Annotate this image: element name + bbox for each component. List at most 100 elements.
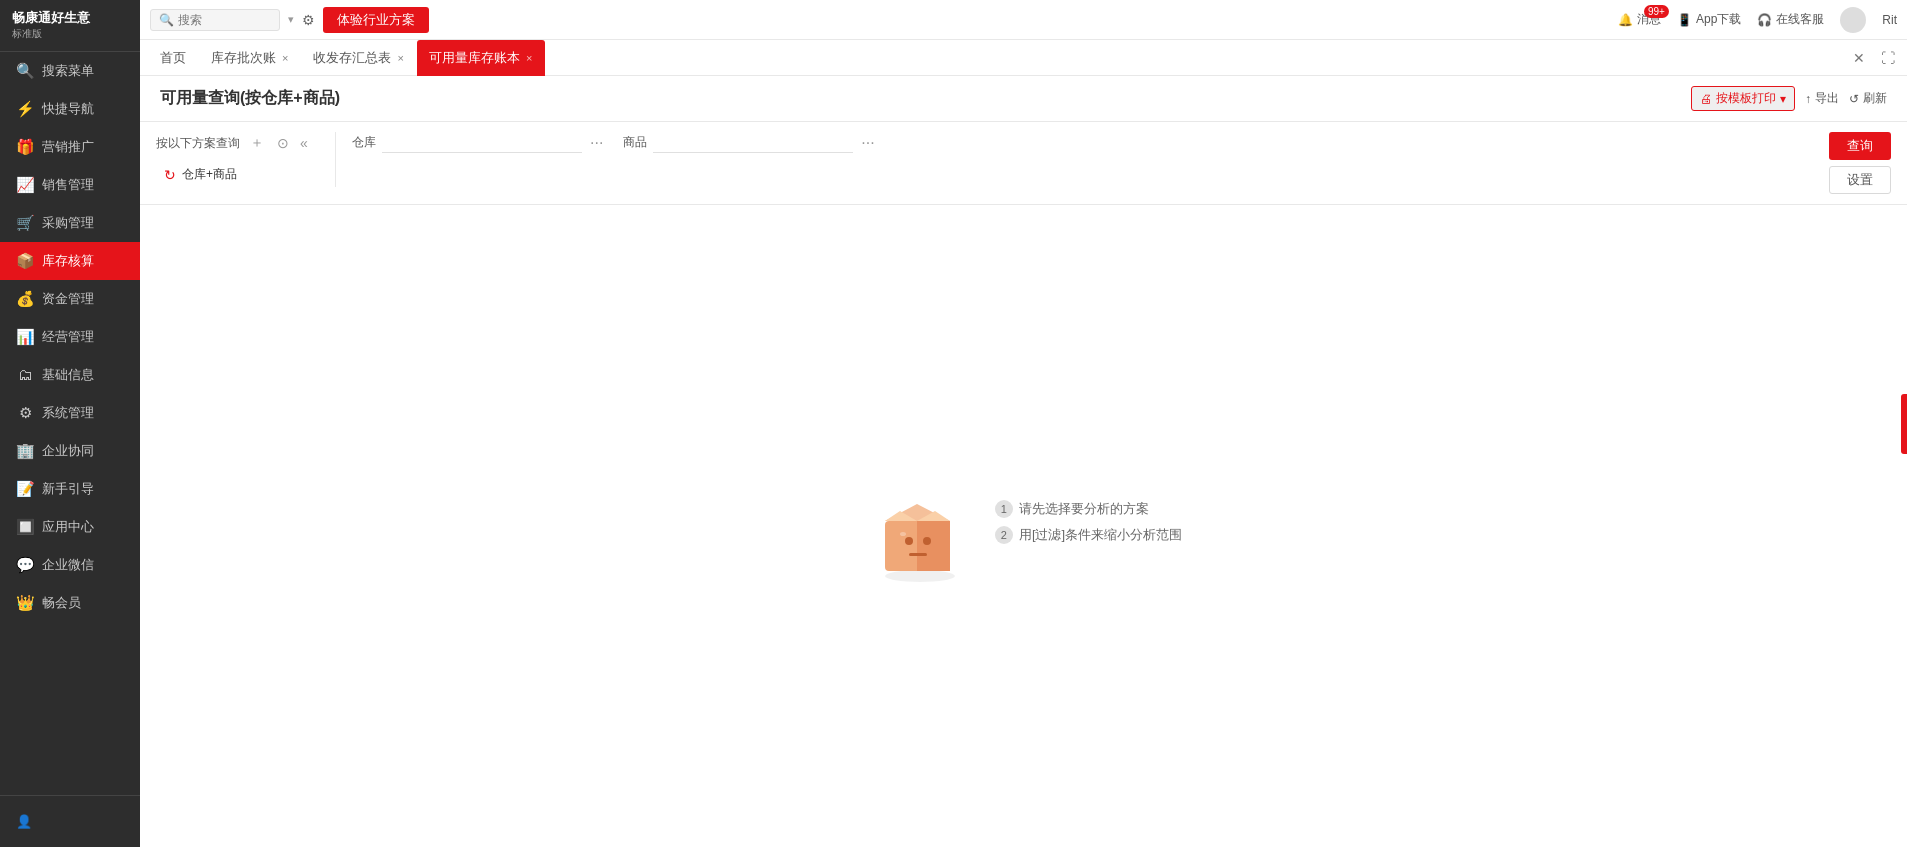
sidebar-item-marketing[interactable]: 🎁 营销推广 [0, 128, 140, 166]
app-download-button[interactable]: 📱 App下载 [1677, 11, 1741, 28]
service-label: 在线客服 [1776, 11, 1824, 28]
query-button[interactable]: 查询 [1829, 132, 1891, 160]
filter-fields: 仓库 ··· 商品 ··· [336, 132, 1829, 153]
tab-available-account[interactable]: 可用量库存账本 × [417, 40, 545, 76]
tab-home[interactable]: 首页 [148, 40, 199, 76]
sidebar-item-enterprise[interactable]: 🏢 企业协同 [0, 432, 140, 470]
sidebar-item-system[interactable]: ⚙ 系统管理 [0, 394, 140, 432]
main-area: 🔍 ▾ ⚙ 体验行业方案 🔔 消息 99+ 📱 App下载 🎧 在线客服 Rit [140, 0, 1907, 847]
avatar[interactable] [1840, 7, 1866, 33]
tabs-bar: 首页 库存批次账 × 收发存汇总表 × 可用量库存账本 × ✕ ⛶ [140, 40, 1907, 76]
window-expand-icon[interactable]: ⛶ [1877, 48, 1899, 68]
notification-button[interactable]: 🔔 消息 99+ [1618, 11, 1661, 28]
online-service-button[interactable]: 🎧 在线客服 [1757, 11, 1824, 28]
topbar-right: 🔔 消息 99+ 📱 App下载 🎧 在线客服 Rit [1618, 7, 1897, 33]
sidebar-item-inventory[interactable]: 📦 库存核算 [0, 242, 140, 280]
sidebar-item-sales[interactable]: 📈 销售管理 [0, 166, 140, 204]
sidebar-item-shortcut[interactable]: ⚡ 快捷导航 [0, 90, 140, 128]
scheme-item-warehouse-goods[interactable]: ↻ 仓库+商品 [156, 162, 325, 187]
sidebar-item-enterprise-wechat[interactable]: 💬 企业微信 [0, 546, 140, 584]
export-icon: ↑ [1805, 92, 1811, 106]
empty-state: 1 请先选择要分析的方案 2 用[过滤]条件来缩小分析范围 [140, 205, 1907, 847]
sidebar-item-purchase[interactable]: 🛒 采购管理 [0, 204, 140, 242]
sidebar-item-search[interactable]: 🔍 搜索菜单 [0, 52, 140, 90]
sidebar-item-newbie[interactable]: 📝 新手引导 [0, 470, 140, 508]
filter-scheme-header: 按以下方案查询 ＋ ⊙ « [156, 132, 325, 154]
sidebar-item-label: 系统管理 [42, 404, 94, 422]
tab-recv-summary[interactable]: 收发存汇总表 × [301, 40, 416, 76]
settings-scheme-button[interactable]: ⊙ [272, 132, 294, 154]
warehouse-label: 仓库 [352, 134, 376, 151]
app-download-label: App下载 [1696, 11, 1741, 28]
tab-recv-summary-label: 收发存汇总表 [313, 49, 391, 67]
svg-marker-3 [917, 521, 950, 571]
app-name: 畅康通好生意 [12, 10, 128, 27]
tab-batch-account-label: 库存批次账 [211, 49, 276, 67]
scheme-header-label: 按以下方案查询 [156, 135, 240, 152]
right-indicator-bar [1901, 394, 1907, 454]
sidebar-item-label: 应用中心 [42, 518, 94, 536]
phone-icon: 📱 [1677, 13, 1692, 27]
svg-rect-8 [909, 553, 927, 556]
tab-batch-account-close[interactable]: × [282, 52, 288, 64]
sidebar-item-vip[interactable]: 👑 畅会员 [0, 584, 140, 622]
tab-batch-account[interactable]: 库存批次账 × [199, 40, 301, 76]
export-button[interactable]: ↑ 导出 [1805, 90, 1839, 107]
trial-button[interactable]: 体验行业方案 [323, 7, 429, 33]
gear-icon: ⚙ [16, 404, 34, 422]
chevron-down-icon[interactable]: ▾ [288, 13, 294, 26]
goods-input[interactable] [653, 132, 853, 153]
empty-hint-1: 1 请先选择要分析的方案 [995, 500, 1182, 518]
tab-available-account-close[interactable]: × [526, 52, 532, 64]
refresh-button[interactable]: ↺ 刷新 [1849, 90, 1887, 107]
printer-icon: 🖨 [1700, 92, 1712, 106]
filter-scheme-panel: 按以下方案查询 ＋ ⊙ « ↻ 仓库+商品 [156, 132, 336, 187]
hint1-text: 请先选择要分析的方案 [1019, 500, 1149, 518]
scheme-item-label: 仓库+商品 [182, 166, 237, 183]
refresh-label: 刷新 [1863, 90, 1887, 107]
cart-icon: 🛒 [16, 214, 34, 232]
step-2-circle: 2 [995, 526, 1013, 544]
print-button[interactable]: 🖨 按模板打印 ▾ [1691, 86, 1795, 111]
sidebar-item-app-center[interactable]: 🔲 应用中心 [0, 508, 140, 546]
user-icon: 👤 [16, 814, 32, 829]
building-icon: 🏢 [16, 442, 34, 460]
svg-point-9 [900, 532, 906, 536]
sidebar-item-label: 营销推广 [42, 138, 94, 156]
search-box[interactable]: 🔍 [150, 9, 280, 31]
window-close-icon[interactable]: ✕ [1849, 48, 1869, 68]
settings-button[interactable]: 设置 [1829, 166, 1891, 194]
sidebar: 畅康通好生意 标准版 🔍 搜索菜单 ⚡ 快捷导航 🎁 营销推广 📈 销售管理 🛒… [0, 0, 140, 847]
sidebar-item-label: 新手引导 [42, 480, 94, 498]
sidebar-item-label: 企业微信 [42, 556, 94, 574]
add-scheme-button[interactable]: ＋ [246, 132, 268, 154]
sidebar-item-operations[interactable]: 📊 经营管理 [0, 318, 140, 356]
svg-point-0 [885, 570, 955, 582]
operations-icon: 📊 [16, 328, 34, 346]
lightning-icon: ⚡ [16, 100, 34, 118]
refresh-icon: ↺ [1849, 92, 1859, 106]
print-dropdown-icon[interactable]: ▾ [1780, 92, 1786, 106]
search-icon: 🔍 [16, 62, 34, 80]
sidebar-item-basic-info[interactable]: 🗂 基础信息 [0, 356, 140, 394]
apps-icon: 🔲 [16, 518, 34, 536]
print-label: 按模板打印 [1716, 90, 1776, 107]
filter-action-buttons: 查询 设置 [1829, 132, 1891, 194]
page-title: 可用量查询(按仓库+商品) [160, 88, 340, 109]
warehouse-input[interactable] [382, 132, 582, 153]
tab-available-account-label: 可用量库存账本 [429, 49, 520, 67]
goods-filter-field: 商品 ··· [623, 132, 874, 153]
export-label: 导出 [1815, 90, 1839, 107]
topbar: 🔍 ▾ ⚙ 体验行业方案 🔔 消息 99+ 📱 App下载 🎧 在线客服 Rit [140, 0, 1907, 40]
goods-more-icon[interactable]: ··· [861, 134, 874, 152]
sidebar-bottom-item[interactable]: 👤 [0, 804, 140, 839]
username-label: Rit [1882, 13, 1897, 27]
tab-recv-summary-close[interactable]: × [397, 52, 403, 64]
sidebar-item-finance[interactable]: 💰 资金管理 [0, 280, 140, 318]
warehouse-more-icon[interactable]: ··· [590, 134, 603, 152]
empty-illustration-svg [865, 476, 975, 586]
settings-icon[interactable]: ⚙ [302, 12, 315, 28]
sidebar-item-label: 采购管理 [42, 214, 94, 232]
search-input[interactable] [178, 13, 268, 27]
collapse-icon[interactable]: « [300, 135, 308, 151]
